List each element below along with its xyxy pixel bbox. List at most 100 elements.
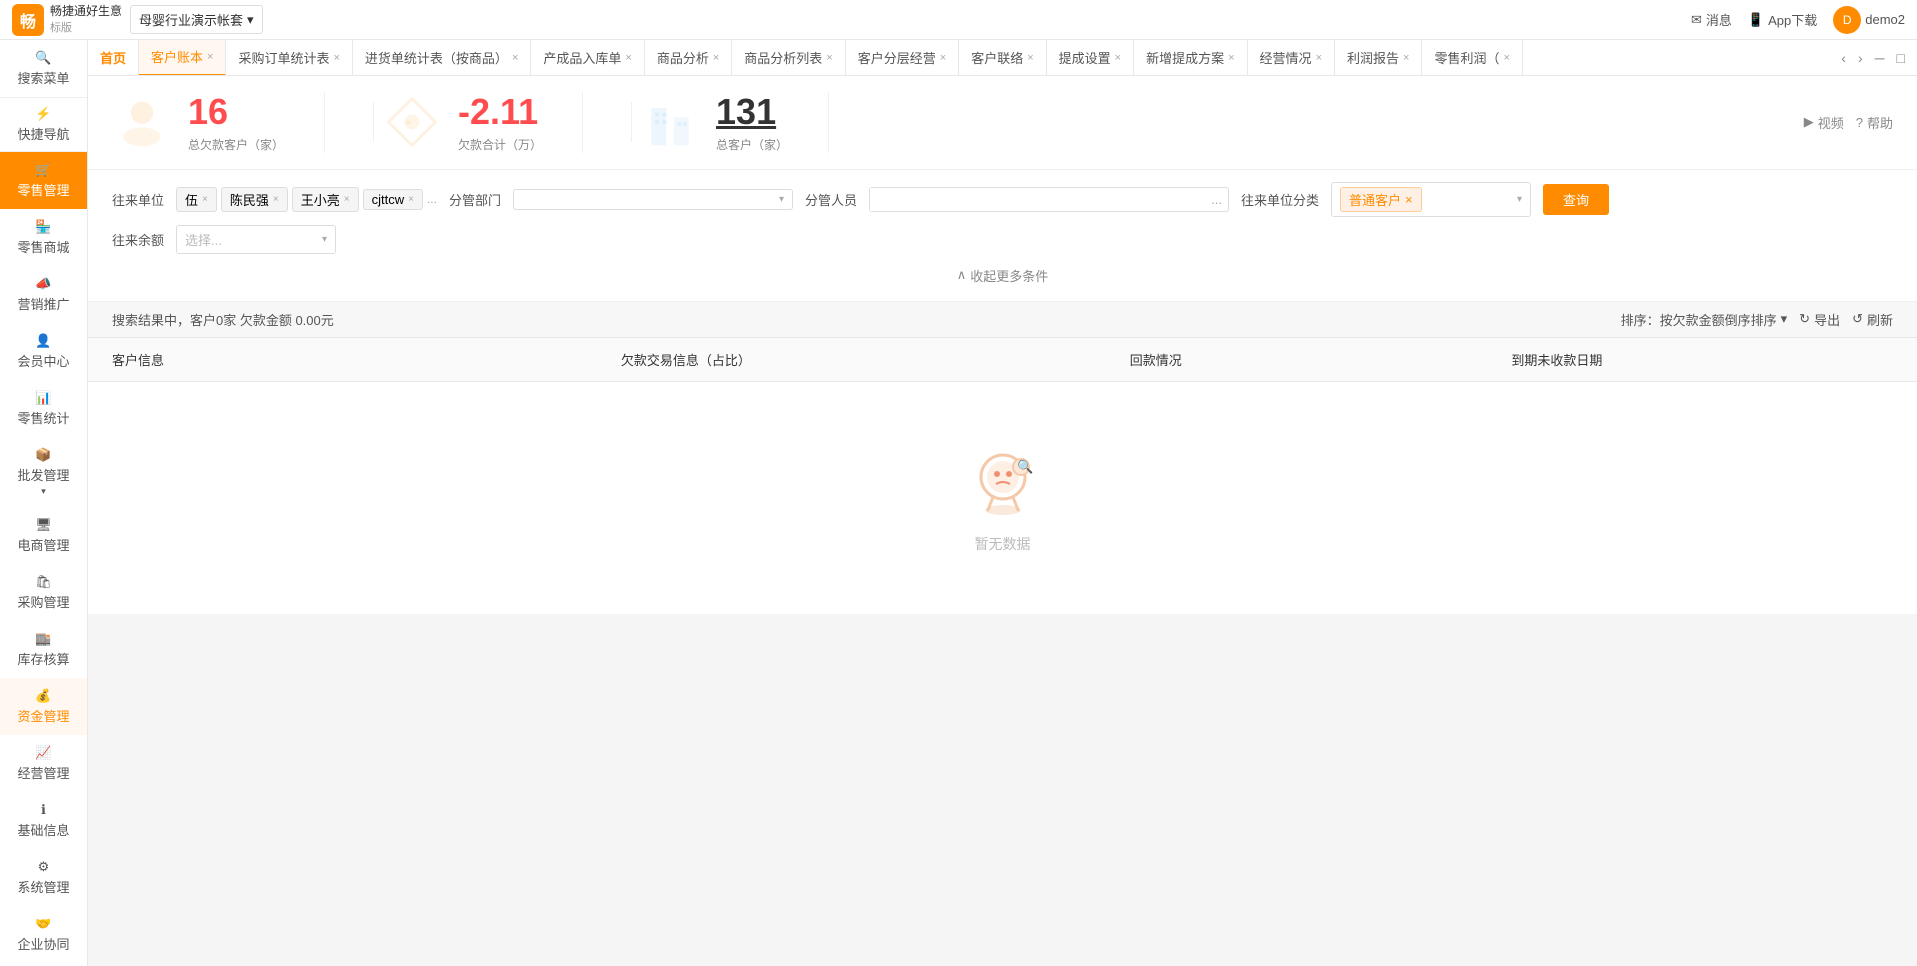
refresh2-icon: ↺ bbox=[1852, 311, 1863, 327]
person-filter-dots[interactable]: ... bbox=[1205, 192, 1228, 207]
empty-state-icon: 🔍 bbox=[963, 442, 1043, 522]
unit-tag-wu[interactable]: 伍 × bbox=[176, 187, 217, 212]
tab-minimize-button[interactable]: ─ bbox=[1871, 48, 1889, 68]
tab-mention-settings-close[interactable]: × bbox=[1115, 52, 1121, 64]
tab-new-mention-plan-label: 新增提成方案 bbox=[1146, 48, 1224, 67]
sidebar-item-wholesale-mgmt[interactable]: 📦 批发管理 ▾ bbox=[0, 437, 87, 507]
query-button[interactable]: 查询 bbox=[1543, 184, 1609, 215]
help-label: 帮助 bbox=[1867, 113, 1893, 132]
tab-product-analysis-list-close[interactable]: × bbox=[826, 52, 832, 64]
chevron-down-icon: ▾ bbox=[41, 486, 46, 497]
app-download-button[interactable]: 📱 App下载 bbox=[1748, 10, 1817, 29]
sidebar-item-search[interactable]: 🔍 搜索菜单 bbox=[0, 40, 87, 98]
unit-tag-cjttcw[interactable]: cjttcw × bbox=[363, 189, 423, 210]
tab-purchase-order[interactable]: 采购订单统计表 × bbox=[226, 40, 352, 76]
video-button[interactable]: ▶ 视频 bbox=[1804, 113, 1844, 132]
tab-maximize-button[interactable]: □ bbox=[1893, 48, 1909, 68]
app-icon: 📱 bbox=[1748, 12, 1764, 28]
sidebar-item-system[interactable]: ⚙ 系统管理 bbox=[0, 849, 87, 906]
sidebar-item-marketing[interactable]: 📣 营销推广 bbox=[0, 266, 87, 323]
sidebar-item-retail-mgmt[interactable]: 🛒 零售管理 bbox=[0, 152, 87, 209]
sidebar-item-retail-mall[interactable]: 🏪 零售商城 bbox=[0, 209, 87, 266]
tab-scroll-right-button[interactable]: › bbox=[1854, 48, 1867, 68]
unit-tag-wang[interactable]: 王小亮 × bbox=[292, 187, 359, 212]
sidebar-item-enterprise-coop[interactable]: 🤝 企业协同 bbox=[0, 906, 87, 963]
sidebar-item-ecommerce[interactable]: 🖥 电商管理 bbox=[0, 507, 87, 564]
dept-chevron-icon: ▾ bbox=[779, 194, 784, 205]
sidebar-item-label: 采购管理 bbox=[17, 592, 69, 611]
table-header: 客户信息 欠款交易信息（占比） 回款情况 到期未收款日期 bbox=[88, 338, 1917, 382]
tab-inbound-stats[interactable]: 进货单统计表（按商品） × bbox=[353, 40, 531, 76]
tab-mention-settings[interactable]: 提成设置 × bbox=[1047, 40, 1134, 76]
sidebar-item-label: 零售管理 bbox=[17, 180, 69, 199]
tab-product-analysis-close[interactable]: × bbox=[713, 52, 719, 64]
data-table: 客户信息 欠款交易信息（占比） 回款情况 到期未收款日期 bbox=[88, 338, 1917, 614]
tab-profit-report[interactable]: 利润报告 × bbox=[1335, 40, 1422, 76]
sidebar-item-retail-stats[interactable]: 📊 零售统计 bbox=[0, 380, 87, 437]
tab-customer-tier-close[interactable]: × bbox=[940, 52, 946, 64]
table-header-due-date: 到期未收款日期 bbox=[1511, 350, 1893, 369]
help-button[interactable]: ? 帮助 bbox=[1856, 113, 1893, 132]
tab-customer-balance-label: 客户账本 bbox=[151, 47, 203, 66]
tab-customer-balance[interactable]: 客户账本 × bbox=[139, 40, 226, 76]
tab-product-analysis[interactable]: 商品分析 × bbox=[645, 40, 732, 76]
tab-home[interactable]: 首页 bbox=[88, 40, 139, 76]
sidebar-item-finance[interactable]: 💰 资金管理 bbox=[0, 678, 87, 735]
chevron-down-icon: ▾ bbox=[247, 12, 254, 28]
tab-customer-contact-close[interactable]: × bbox=[1027, 52, 1033, 64]
unit-type-tag-common[interactable]: 普通客户 × bbox=[1340, 187, 1422, 212]
unit-type-filter-select[interactable]: 普通客户 × ▾ bbox=[1331, 182, 1531, 217]
tab-customer-contact[interactable]: 客户联络 × bbox=[959, 40, 1046, 76]
unit-tags-more[interactable]: ... bbox=[427, 192, 437, 206]
tab-inbound-stats-close[interactable]: × bbox=[512, 52, 518, 64]
dept-filter-select[interactable]: ▾ bbox=[513, 189, 793, 210]
sidebar-item-member-center[interactable]: 👤 会员中心 bbox=[0, 323, 87, 380]
tab-customer-tier[interactable]: 客户分层经营 × bbox=[846, 40, 959, 76]
finance-icon: 💰 bbox=[35, 688, 51, 704]
tab-cost-inbound[interactable]: 产成品入库单 × bbox=[531, 40, 644, 76]
unit-tag-wang-remove[interactable]: × bbox=[344, 194, 350, 205]
tab-purchase-order-close[interactable]: × bbox=[333, 52, 339, 64]
sidebar-item-purchase[interactable]: 🛍 采购管理 bbox=[0, 564, 87, 621]
sidebar-item-quick-nav[interactable]: ⚡ 快捷导航 bbox=[0, 98, 87, 152]
sidebar-item-label: 批发管理 bbox=[17, 465, 69, 484]
tab-profit-report-close[interactable]: × bbox=[1403, 52, 1409, 64]
table-header-debt-info: 欠款交易信息（占比） bbox=[621, 350, 1130, 369]
all-customers-label: 总客户（家） bbox=[716, 136, 788, 153]
enterprise-coop-icon: 🤝 bbox=[35, 916, 51, 932]
unit-tag-cjttcw-remove[interactable]: × bbox=[408, 194, 414, 205]
tab-scroll-left-button[interactable]: ‹ bbox=[1837, 48, 1850, 68]
tab-customer-balance-close[interactable]: × bbox=[207, 51, 213, 63]
sidebar-item-inventory[interactable]: 🏬 库存核算 bbox=[0, 621, 87, 678]
marketing-icon: 📣 bbox=[35, 276, 51, 292]
person-filter-field[interactable] bbox=[870, 188, 1205, 211]
stat-total-customers-values: 16 总欠款客户（家） bbox=[188, 92, 284, 153]
unit-tag-chen[interactable]: 陈民强 × bbox=[221, 187, 288, 212]
tab-retail-profit[interactable]: 零售利润（ × bbox=[1422, 40, 1522, 76]
tab-cost-inbound-close[interactable]: × bbox=[625, 52, 631, 64]
sidebar-item-label: 零售统计 bbox=[17, 408, 69, 427]
total-customers-label: 总欠款客户（家） bbox=[188, 136, 284, 153]
unit-tag-chen-remove[interactable]: × bbox=[273, 194, 279, 205]
tab-product-analysis-list[interactable]: 商品分析列表 × bbox=[732, 40, 845, 76]
sidebar-item-basic-info[interactable]: ℹ 基础信息 bbox=[0, 792, 87, 849]
store-selector[interactable]: 母婴行业演示帐套 ▾ bbox=[130, 5, 263, 34]
sidebar-item-operations[interactable]: 📈 经营管理 bbox=[0, 735, 87, 792]
message-button[interactable]: ✉ 消息 bbox=[1691, 10, 1732, 29]
tab-new-mention-plan-close[interactable]: × bbox=[1228, 52, 1234, 64]
unit-type-tag-common-remove[interactable]: × bbox=[1405, 192, 1413, 207]
retail-mgmt-icon: 🛒 bbox=[35, 162, 51, 178]
collapse-button[interactable]: ∧ 收起更多条件 bbox=[945, 262, 1061, 289]
tab-purchase-order-label: 采购订单统计表 bbox=[238, 48, 329, 67]
export-button[interactable]: ↻ 导出 bbox=[1799, 310, 1840, 329]
balance-filter-select[interactable]: 选择... ▾ bbox=[176, 225, 336, 254]
tab-operations-status-close[interactable]: × bbox=[1316, 52, 1322, 64]
user-menu[interactable]: D demo2 bbox=[1833, 6, 1905, 34]
tab-operations-status[interactable]: 经营情况 × bbox=[1248, 40, 1335, 76]
tab-new-mention-plan[interactable]: 新增提成方案 × bbox=[1134, 40, 1247, 76]
refresh-button[interactable]: ↺ 刷新 bbox=[1852, 310, 1893, 329]
tab-retail-profit-close[interactable]: × bbox=[1503, 52, 1509, 64]
unit-tag-wu-remove[interactable]: × bbox=[202, 194, 208, 205]
sort-select[interactable]: 排序：按欠款金额倒序排序 ▾ bbox=[1621, 310, 1788, 329]
sidebar-item-label: 经营管理 bbox=[17, 763, 69, 782]
